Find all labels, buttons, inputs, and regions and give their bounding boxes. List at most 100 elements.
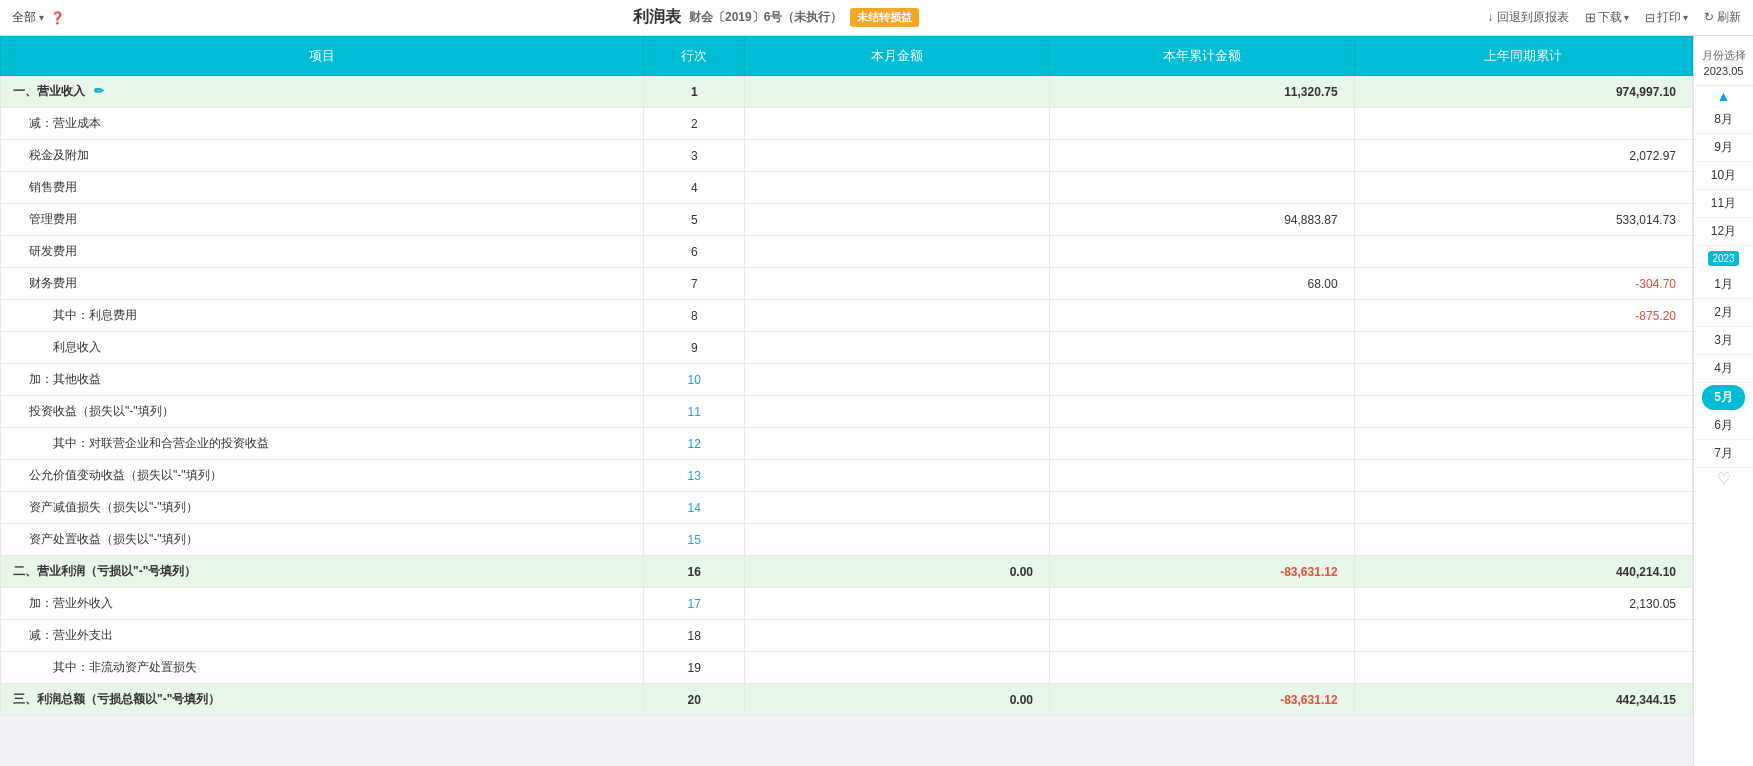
cell-year bbox=[1050, 524, 1355, 556]
cell-month: 0.00 bbox=[745, 684, 1050, 716]
sidebar-month-item[interactable]: 7月 bbox=[1694, 440, 1753, 468]
status-badge: 未结转损益 bbox=[850, 8, 919, 27]
cell-row-num[interactable]: 11 bbox=[643, 396, 745, 428]
sidebar-month-active[interactable]: 5月 bbox=[1702, 385, 1745, 410]
sidebar-month-item[interactable]: 1月 bbox=[1694, 271, 1753, 299]
cell-month bbox=[745, 524, 1050, 556]
cell-prev: 533,014.73 bbox=[1354, 204, 1692, 236]
cell-item: 公允价值变动收益（损失以"-"填列） bbox=[1, 460, 644, 492]
cell-year: 11,320.75 bbox=[1050, 76, 1355, 108]
active-month-label: 5月 bbox=[1714, 390, 1733, 404]
report-table: 项目 行次 本月金额 本年累计金额 上年同期累计 一、营业收入 ✏111,320… bbox=[0, 36, 1693, 716]
report-title: 利润表 bbox=[633, 7, 681, 28]
all-label: 全部 bbox=[12, 9, 36, 26]
cell-year: -83,631.12 bbox=[1050, 556, 1355, 588]
cell-row-num: 19 bbox=[643, 652, 745, 684]
cell-year bbox=[1050, 364, 1355, 396]
table-row: 其中：非流动资产处置损失19 bbox=[1, 652, 1693, 684]
refresh-btn[interactable]: ↻ 刷新 bbox=[1704, 9, 1741, 26]
cell-month bbox=[745, 460, 1050, 492]
table-row: 加：营业外收入172,130.05 bbox=[1, 588, 1693, 620]
cell-year bbox=[1050, 396, 1355, 428]
cell-month bbox=[745, 428, 1050, 460]
sidebar-month-item[interactable]: 11月 bbox=[1694, 190, 1753, 218]
return-btn[interactable]: ↓ 回退到原报表 bbox=[1487, 9, 1568, 26]
cell-item: 销售费用 bbox=[1, 172, 644, 204]
month-list: 8月9月10月11月12月 2023 1月2月3月4月 5月 6月7月 bbox=[1694, 106, 1753, 468]
cell-month bbox=[745, 108, 1050, 140]
row-num-link[interactable]: 14 bbox=[688, 501, 701, 515]
cell-prev: 442,344.15 bbox=[1354, 684, 1692, 716]
dropdown-arrow-icon: ▾ bbox=[39, 12, 44, 23]
sidebar-month-item[interactable]: 8月 bbox=[1694, 106, 1753, 134]
cell-item: 其中：对联营企业和合营企业的投资收益 bbox=[1, 428, 644, 460]
top-bar: 全部 ▾ ❓ 利润表 财会〔2019〕6号（未执行） 未结转损益 ↓ 回退到原报… bbox=[0, 0, 1753, 36]
table-body: 一、营业收入 ✏111,320.75974,997.10减：营业成本2税金及附加… bbox=[1, 76, 1693, 716]
sidebar-nav-bottom: ♡ bbox=[1694, 468, 1753, 488]
row-num-link[interactable]: 15 bbox=[688, 533, 701, 547]
year-badge: 2023 bbox=[1708, 251, 1738, 266]
download-icon: ⊞ bbox=[1585, 10, 1596, 25]
cell-row-num[interactable]: 14 bbox=[643, 492, 745, 524]
cell-month bbox=[745, 332, 1050, 364]
sidebar-month-item[interactable]: 10月 bbox=[1694, 162, 1753, 190]
cell-row-num[interactable]: 12 bbox=[643, 428, 745, 460]
cell-row-num[interactable]: 17 bbox=[643, 588, 745, 620]
cell-item: 二、营业利润（亏损以"-"号填列） bbox=[1, 556, 644, 588]
help-icon[interactable]: ❓ bbox=[50, 11, 65, 25]
sidebar-up-btn[interactable]: ▲ bbox=[1710, 86, 1738, 106]
cell-prev bbox=[1354, 364, 1692, 396]
row-num-link[interactable]: 12 bbox=[688, 437, 701, 451]
cell-row-num[interactable]: 13 bbox=[643, 460, 745, 492]
cell-row-num: 6 bbox=[643, 236, 745, 268]
all-dropdown[interactable]: 全部 ▾ bbox=[12, 9, 44, 26]
cell-month: 0.00 bbox=[745, 556, 1050, 588]
sidebar-year-badge[interactable]: 2023 bbox=[1694, 246, 1753, 271]
row-num-link[interactable]: 10 bbox=[688, 373, 701, 387]
cell-month bbox=[745, 236, 1050, 268]
edit-icon[interactable]: ✏ bbox=[94, 84, 104, 98]
cell-prev: 440,214.10 bbox=[1354, 556, 1692, 588]
table-row: 利息收入9 bbox=[1, 332, 1693, 364]
cell-year bbox=[1050, 588, 1355, 620]
sidebar-month-item[interactable]: 3月 bbox=[1694, 327, 1753, 355]
row-num-link[interactable]: 11 bbox=[688, 405, 701, 419]
table-area[interactable]: 项目 行次 本月金额 本年累计金额 上年同期累计 一、营业收入 ✏111,320… bbox=[0, 36, 1693, 766]
cell-item: 资产处置收益（损失以"-"填列） bbox=[1, 524, 644, 556]
sidebar-month-item[interactable]: 4月 bbox=[1694, 355, 1753, 383]
cell-item: 其中：利息费用 bbox=[1, 300, 644, 332]
table-row: 研发费用6 bbox=[1, 236, 1693, 268]
cell-year bbox=[1050, 108, 1355, 140]
cell-row-num: 18 bbox=[643, 620, 745, 652]
cell-prev bbox=[1354, 620, 1692, 652]
sidebar-month-item[interactable]: 9月 bbox=[1694, 134, 1753, 162]
sidebar-fav-btn[interactable]: ♡ bbox=[1710, 468, 1738, 488]
table-row: 财务费用768.00-304.70 bbox=[1, 268, 1693, 300]
sidebar-month-item[interactable]: 6月 bbox=[1694, 412, 1753, 440]
cell-month bbox=[745, 76, 1050, 108]
cell-item: 减：营业外支出 bbox=[1, 620, 644, 652]
sidebar-month-item[interactable]: 12月 bbox=[1694, 218, 1753, 246]
table-row: 资产减值损失（损失以"-"填列）14 bbox=[1, 492, 1693, 524]
sidebar-month-item[interactable]: 2月 bbox=[1694, 299, 1753, 327]
row-num-link[interactable]: 13 bbox=[688, 469, 701, 483]
cell-prev bbox=[1354, 108, 1692, 140]
cell-month bbox=[745, 140, 1050, 172]
col-header-item: 项目 bbox=[1, 37, 644, 76]
cell-prev bbox=[1354, 524, 1692, 556]
table-row: 其中：对联营企业和合营企业的投资收益 12 bbox=[1, 428, 1693, 460]
download-btn[interactable]: ⊞ 下载 ▾ bbox=[1585, 9, 1629, 26]
cell-year bbox=[1050, 236, 1355, 268]
table-row: 投资收益（损失以"-"填列）11 bbox=[1, 396, 1693, 428]
row-num-link[interactable]: 17 bbox=[688, 597, 701, 611]
cell-row-num: 2 bbox=[643, 108, 745, 140]
cell-month bbox=[745, 300, 1050, 332]
cell-row-num[interactable]: 15 bbox=[643, 524, 745, 556]
table-row: 管理费用594,883.87533,014.73 bbox=[1, 204, 1693, 236]
cell-prev bbox=[1354, 172, 1692, 204]
print-btn[interactable]: ⊟ 打印 ▾ bbox=[1645, 9, 1688, 26]
sidebar-nav: ▲ bbox=[1694, 86, 1753, 106]
cell-row-num: 4 bbox=[643, 172, 745, 204]
cell-month bbox=[745, 396, 1050, 428]
cell-row-num[interactable]: 10 bbox=[643, 364, 745, 396]
